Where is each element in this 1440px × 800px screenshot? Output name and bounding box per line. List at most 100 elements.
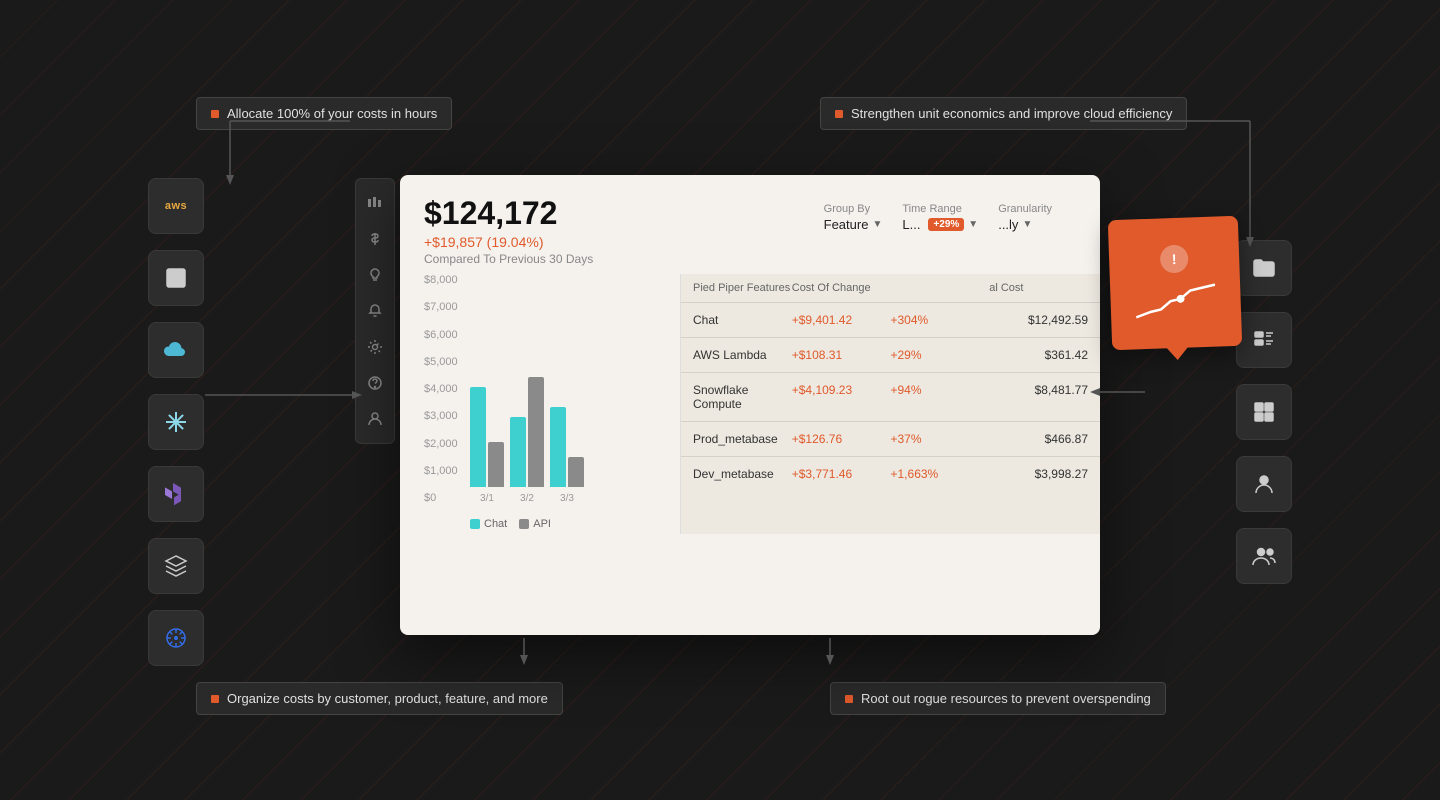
group-by-value[interactable]: Feature ▼ xyxy=(824,217,883,232)
alert-badge: ! xyxy=(1108,216,1242,350)
panel-header: $124,172 +$19,857 (19.04%) Compared To P… xyxy=(400,175,1100,266)
td-feature-3: Snowflake Compute xyxy=(693,383,792,411)
td-pct-4: +37% xyxy=(891,432,990,446)
main-panel: $124,172 +$19,857 (19.04%) Compared To P… xyxy=(400,175,1100,635)
chevron-icon-2: ▼ xyxy=(968,219,978,230)
sidebar-item-dollar[interactable] xyxy=(359,223,391,255)
td-pct-1: +304% xyxy=(891,313,990,327)
td-feature-2: AWS Lambda xyxy=(693,348,792,362)
time-range-value[interactable]: L... +29% ▼ xyxy=(902,217,978,232)
icon-cloud[interactable] xyxy=(148,322,204,378)
tooltip-dot-3 xyxy=(211,695,219,703)
table-row: AWS Lambda +$108.31 +29% $361.42 xyxy=(681,338,1100,373)
alert-warning-icon: ! xyxy=(1160,245,1189,274)
sidebar-item-user[interactable] xyxy=(359,403,391,435)
td-cost-change-4: +$126.76 xyxy=(792,432,891,446)
icon-folder[interactable] xyxy=(1236,240,1292,296)
table-header: Pied Piper Features Cost Of Change al Co… xyxy=(681,274,1100,303)
icon-grid[interactable] xyxy=(1236,384,1292,440)
tooltip-top-right: Strengthen unit economics and improve cl… xyxy=(820,97,1187,130)
td-feature-5: Dev_metabase xyxy=(693,467,792,481)
chart-legend: Chat API xyxy=(470,518,551,530)
icon-users[interactable] xyxy=(1236,528,1292,584)
left-icon-group: aws xyxy=(148,178,204,666)
tooltip-dot-4 xyxy=(845,695,853,703)
icon-list-detail[interactable] xyxy=(1236,312,1292,368)
granularity-value[interactable]: ...ly ▼ xyxy=(998,217,1052,232)
bar-chat-3 xyxy=(550,407,566,487)
td-cost-change-5: +$3,771.46 xyxy=(792,467,891,481)
bar-chat-1 xyxy=(470,387,486,487)
right-icon-group xyxy=(1236,240,1292,584)
bar-api-2 xyxy=(528,377,544,487)
td-cost-change-1: +$9,401.42 xyxy=(792,313,891,327)
bar-group-1: 3/1 xyxy=(470,387,504,504)
panel-change: +$19,857 (19.04%) xyxy=(424,234,593,250)
sidebar-item-help[interactable] xyxy=(359,367,391,399)
tooltip-top-right-text: Strengthen unit economics and improve cl… xyxy=(851,106,1172,121)
icon-image[interactable] xyxy=(148,250,204,306)
th-total: al Cost xyxy=(989,282,1088,294)
time-range-label: Time Range xyxy=(902,203,978,215)
sidebar-item-bell[interactable] xyxy=(359,295,391,327)
sidebar-item-bulb[interactable] xyxy=(359,259,391,291)
td-feature-4: Prod_metabase xyxy=(693,432,792,446)
control-time-range: Time Range L... +29% ▼ xyxy=(902,203,978,232)
tooltip-top-left-text: Allocate 100% of your costs in hours xyxy=(227,106,437,121)
td-cost-change-2: +$108.31 xyxy=(792,348,891,362)
badge-29: +29% xyxy=(928,218,964,231)
icon-kubernetes[interactable] xyxy=(148,610,204,666)
bar-api-3 xyxy=(568,457,584,487)
td-total-2: $361.42 xyxy=(989,348,1088,362)
control-granularity: Granularity ...ly ▼ xyxy=(998,203,1052,232)
sidebar-item-gear[interactable] xyxy=(359,331,391,363)
icon-aws[interactable]: aws xyxy=(148,178,204,234)
table-row: Dev_metabase +$3,771.46 +1,663% $3,998.2… xyxy=(681,457,1100,491)
th-pct xyxy=(891,282,990,294)
group-by-label: Group By xyxy=(824,203,883,215)
td-total-5: $3,998.27 xyxy=(989,467,1088,481)
data-table: Pied Piper Features Cost Of Change al Co… xyxy=(680,274,1100,534)
bar-group-2: 3/2 xyxy=(510,377,544,504)
td-pct-5: +1,663% xyxy=(891,467,990,481)
chevron-icon-3: ▼ xyxy=(1022,219,1032,230)
control-group-by: Group By Feature ▼ xyxy=(824,203,883,232)
td-pct-2: +29% xyxy=(891,348,990,362)
sidebar-item-bars[interactable] xyxy=(359,187,391,219)
legend-chat: Chat xyxy=(470,518,507,530)
table-row: Snowflake Compute +$4,109.23 +94% $8,481… xyxy=(681,373,1100,422)
chart-bars: 3/1 3/2 3/3 xyxy=(470,274,680,504)
tooltip-bottom-right: Root out rogue resources to prevent over… xyxy=(830,682,1166,715)
th-feature: Pied Piper Features xyxy=(693,282,792,294)
td-total-1: $12,492.59 xyxy=(989,313,1088,327)
bar-group-3: 3/3 xyxy=(550,407,584,504)
icon-layers[interactable] xyxy=(148,538,204,594)
bar-api-1 xyxy=(488,442,504,487)
granularity-label: Granularity xyxy=(998,203,1052,215)
th-cost-change: Cost Of Change xyxy=(792,282,891,294)
td-feature-1: Chat xyxy=(693,313,792,327)
table-row: Chat +$9,401.42 +304% $12,492.59 xyxy=(681,303,1100,338)
td-total-4: $466.87 xyxy=(989,432,1088,446)
panel-controls: Group By Feature ▼ Time Range L... +29% … xyxy=(800,203,1076,232)
tooltip-bottom-right-text: Root out rogue resources to prevent over… xyxy=(861,691,1151,706)
bar-chat-2 xyxy=(510,417,526,487)
tooltip-bottom-left: Organize costs by customer, product, fea… xyxy=(196,682,563,715)
chart-area: $8,000 $7,000 $6,000 $5,000 $4,000 $3,00… xyxy=(400,274,680,534)
tooltip-top-left: Allocate 100% of your costs in hours xyxy=(196,97,452,130)
panel-amount: $124,172 xyxy=(424,195,593,232)
y-axis-labels: $8,000 $7,000 $6,000 $5,000 $4,000 $3,00… xyxy=(424,274,458,504)
td-cost-change-3: +$4,109.23 xyxy=(792,383,891,411)
icon-terraform[interactable] xyxy=(148,466,204,522)
legend-api: API xyxy=(519,518,551,530)
tooltip-bottom-left-text: Organize costs by customer, product, fea… xyxy=(227,691,548,706)
td-pct-3: +94% xyxy=(891,383,990,411)
table-row: Prod_metabase +$126.76 +37% $466.87 xyxy=(681,422,1100,457)
icon-snowflake[interactable] xyxy=(148,394,204,450)
tooltip-dot-2 xyxy=(835,110,843,118)
panel-subtitle: Compared To Previous 30 Days xyxy=(424,252,593,266)
icon-user[interactable] xyxy=(1236,456,1292,512)
chart-table-area: $8,000 $7,000 $6,000 $5,000 $4,000 $3,00… xyxy=(400,274,1100,534)
alert-trend-chart xyxy=(1135,280,1216,323)
chevron-icon: ▼ xyxy=(872,219,882,230)
